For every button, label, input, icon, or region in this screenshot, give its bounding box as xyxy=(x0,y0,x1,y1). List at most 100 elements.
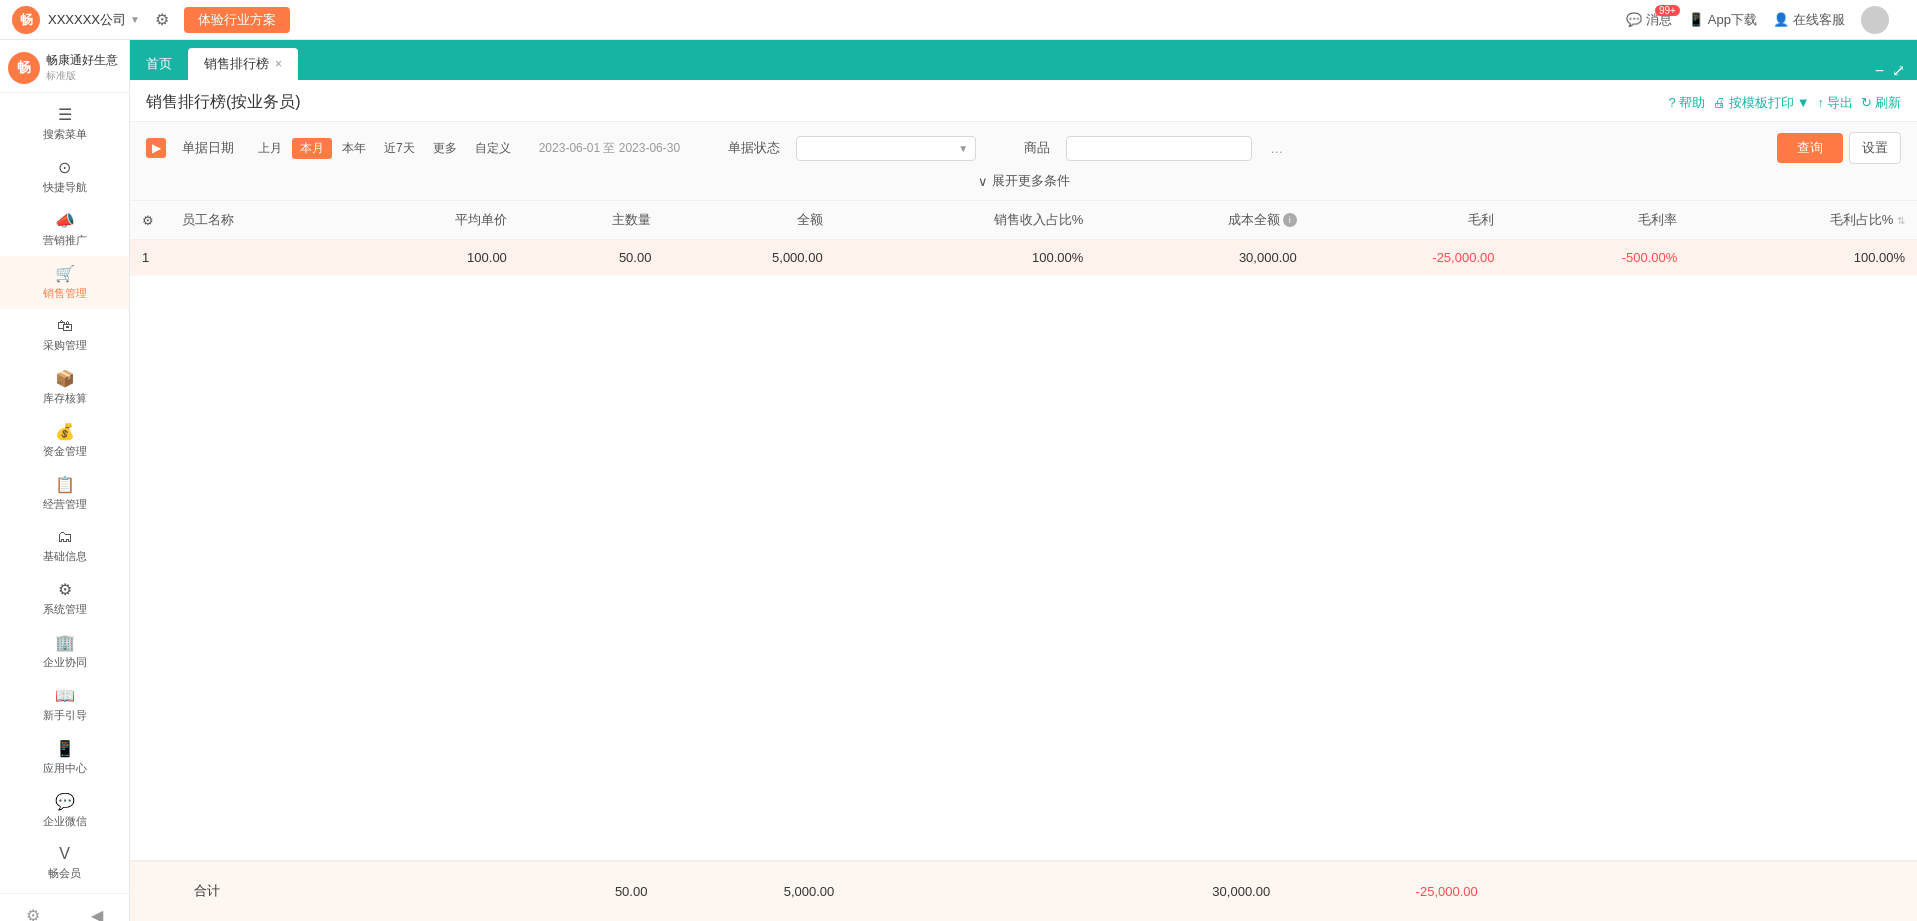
query-button[interactable]: 查询 xyxy=(1777,133,1843,163)
sidebar-logo-icon: 畅 xyxy=(8,52,40,84)
sidebar-item-finance[interactable]: 💰 资金管理 xyxy=(0,414,129,467)
date-tab-7days[interactable]: 近7天 xyxy=(376,138,423,159)
sidebar-item-guide[interactable]: 📖 新手引导 xyxy=(0,678,129,731)
sidebar-label-operations: 经营管理 xyxy=(43,497,87,512)
sidebar-item-wechat[interactable]: 💬 企业微信 xyxy=(0,784,129,837)
company-selector[interactable]: XXXXXX公司 ▼ xyxy=(48,11,140,29)
footer-gross: -25,000.00 xyxy=(1282,872,1490,911)
status-select[interactable] xyxy=(796,136,976,161)
cell-gross-pct: 100.00% xyxy=(1689,240,1917,276)
sidebar-collapse-button[interactable]: ◀ xyxy=(83,902,111,921)
export-button[interactable]: ↑ 导出 xyxy=(1818,94,1854,112)
message-badge: 99+ xyxy=(1655,5,1680,16)
app-center-icon: 📱 xyxy=(55,739,75,758)
quick-nav-icon: ⊙ xyxy=(58,158,71,177)
expand-more-conditions-button[interactable]: ∨ 展开更多条件 xyxy=(978,172,1070,190)
export-label: 导出 xyxy=(1827,94,1853,112)
company-dropdown-arrow: ▼ xyxy=(130,14,140,25)
refresh-button[interactable]: ↻ 刷新 xyxy=(1861,94,1901,112)
tab-minimize-button[interactable]: − xyxy=(1875,62,1884,80)
filter-expand-btn[interactable]: ▶ xyxy=(146,138,166,158)
tab-expand-button[interactable]: ⤢ xyxy=(1892,61,1905,80)
sidebar-label-marketing: 营销推广 xyxy=(43,233,87,248)
tab-close-button[interactable]: × xyxy=(275,57,282,71)
tab-home[interactable]: 首页 xyxy=(130,48,188,80)
sidebar-label-quick-nav: 快捷导航 xyxy=(43,180,87,195)
filter-row-1: ▶ 单据日期 上月 本月 本年 近7天 更多 自定义 2023-06-01 至 … xyxy=(146,132,1901,164)
sidebar-label-guide: 新手引导 xyxy=(43,708,87,723)
page-header: 销售排行榜(按业务员) ? 帮助 🖨 按模板打印 ▼ ↑ xyxy=(130,80,1917,122)
cell-qty: 50.00 xyxy=(519,240,664,276)
sidebar-item-inventory[interactable]: 📦 库存核算 xyxy=(0,361,129,414)
sidebar-item-member[interactable]: V 畅会员 xyxy=(0,837,129,889)
gross-pct-sort-icon[interactable]: ⇅ xyxy=(1897,215,1905,226)
expand-chevron-icon: ∨ xyxy=(978,174,988,189)
purchase-icon: 🛍 xyxy=(57,317,73,335)
page-content: 销售排行榜(按业务员) ? 帮助 🖨 按模板打印 ▼ ↑ xyxy=(130,80,1917,921)
goods-more-button[interactable]: … xyxy=(1270,141,1283,156)
operations-icon: 📋 xyxy=(55,475,75,494)
col-qty: 主数量 xyxy=(519,201,664,240)
topbar-settings-icon[interactable]: ⚙ xyxy=(148,6,176,34)
column-settings-button[interactable]: 设置 xyxy=(1849,132,1901,164)
goods-input[interactable] xyxy=(1066,136,1252,161)
sidebar-item-search[interactable]: ☰ 搜索菜单 xyxy=(0,97,129,150)
help-label: 帮助 xyxy=(1679,94,1705,112)
footer-gross-pct xyxy=(1697,872,1905,911)
tab-sales-ranking[interactable]: 销售排行榜 × xyxy=(188,48,298,80)
top-bar-right: 💬 消息 99+ 📱 App下载 👤 在线客服 xyxy=(1626,6,1905,34)
marketing-icon: 📣 xyxy=(55,211,75,230)
help-button[interactable]: ? 帮助 xyxy=(1668,94,1704,112)
cost-info-icon[interactable]: i xyxy=(1283,213,1297,227)
sidebar-item-quick-nav[interactable]: ⊙ 快捷导航 xyxy=(0,150,129,203)
cell-employee xyxy=(170,240,344,276)
main-area: 畅 畅康通好生意 标准版 ☰ 搜索菜单 ⊙ 快捷导航 📣 营销推广 xyxy=(0,40,1917,921)
query-actions: 查询 设置 xyxy=(1777,132,1901,164)
print-icon: 🖨 xyxy=(1713,95,1726,110)
date-tab-more[interactable]: 更多 xyxy=(425,138,465,159)
sidebar-label-enterprise: 企业协同 xyxy=(43,655,87,670)
table-settings-icon[interactable]: ⚙ xyxy=(142,213,154,228)
sidebar-item-operations[interactable]: 📋 经营管理 xyxy=(0,467,129,520)
sidebar-settings-button[interactable]: ⚙ xyxy=(18,902,48,921)
app-icon: 📱 xyxy=(1688,12,1704,27)
col-employee: 员工名称 xyxy=(170,201,344,240)
sidebar-item-purchase[interactable]: 🛍 采购管理 xyxy=(0,309,129,361)
sidebar-label-inventory: 库存核算 xyxy=(43,391,87,406)
enterprise-icon: 🏢 xyxy=(55,633,75,652)
sidebar-item-sales[interactable]: 🛒 销售管理 xyxy=(0,256,129,309)
print-button[interactable]: 🖨 按模板打印 ▼ xyxy=(1713,94,1810,112)
table-wrap: ⚙ 员工名称 平均单价 主数量 全额 销售收入占比% xyxy=(130,201,1917,860)
sidebar-item-app-center[interactable]: 📱 应用中心 xyxy=(0,731,129,784)
message-button[interactable]: 💬 消息 99+ xyxy=(1626,11,1672,29)
data-table: ⚙ 员工名称 平均单价 主数量 全额 销售收入占比% xyxy=(130,201,1917,276)
wechat-icon: 💬 xyxy=(55,792,75,811)
cell-gross-rate: -500.00% xyxy=(1506,240,1689,276)
cell-gross: -25,000.00 xyxy=(1309,240,1507,276)
app-download-button[interactable]: 📱 App下载 xyxy=(1688,11,1757,29)
top-bar: 畅 XXXXXX公司 ▼ ⚙ 体验行业方案 💬 消息 99+ 📱 App下载 👤… xyxy=(0,0,1917,40)
date-tab-this-year[interactable]: 本年 xyxy=(334,138,374,159)
date-tab-last-month[interactable]: 上月 xyxy=(250,138,290,159)
online-support-button[interactable]: 👤 在线客服 xyxy=(1773,11,1845,29)
avatar[interactable] xyxy=(1861,6,1889,34)
message-icon: 💬 xyxy=(1626,12,1642,27)
sidebar-item-system[interactable]: ⚙ 系统管理 xyxy=(0,572,129,625)
top-bar-left: 畅 XXXXXX公司 ▼ ⚙ 体验行业方案 xyxy=(12,6,290,34)
sidebar-item-enterprise[interactable]: 🏢 企业协同 xyxy=(0,625,129,678)
sidebar-label-system: 系统管理 xyxy=(43,602,87,617)
sidebar-item-basic-info[interactable]: 🗂 基础信息 xyxy=(0,520,129,572)
date-tab-this-month[interactable]: 本月 xyxy=(292,138,332,159)
table-head: ⚙ 员工名称 平均单价 主数量 全额 销售收入占比% xyxy=(130,201,1917,240)
col-avg-price: 平均单价 xyxy=(344,201,518,240)
print-dropdown-arrow: ▼ xyxy=(1797,95,1810,110)
try-industry-button[interactable]: 体验行业方案 xyxy=(184,7,290,33)
footer-row: 合计 50.00 5,000.00 30,000.00 -25,000.00 xyxy=(142,872,1905,911)
export-icon: ↑ xyxy=(1818,95,1825,110)
date-tab-custom[interactable]: 自定义 xyxy=(467,138,519,159)
cell-sales-pct: 100.00% xyxy=(835,240,1096,276)
basic-info-icon: 🗂 xyxy=(57,528,73,546)
footer-cost: 30,000.00 xyxy=(1075,872,1283,911)
footer-label: 合计 xyxy=(182,872,286,911)
sidebar-item-marketing[interactable]: 📣 营销推广 xyxy=(0,203,129,256)
